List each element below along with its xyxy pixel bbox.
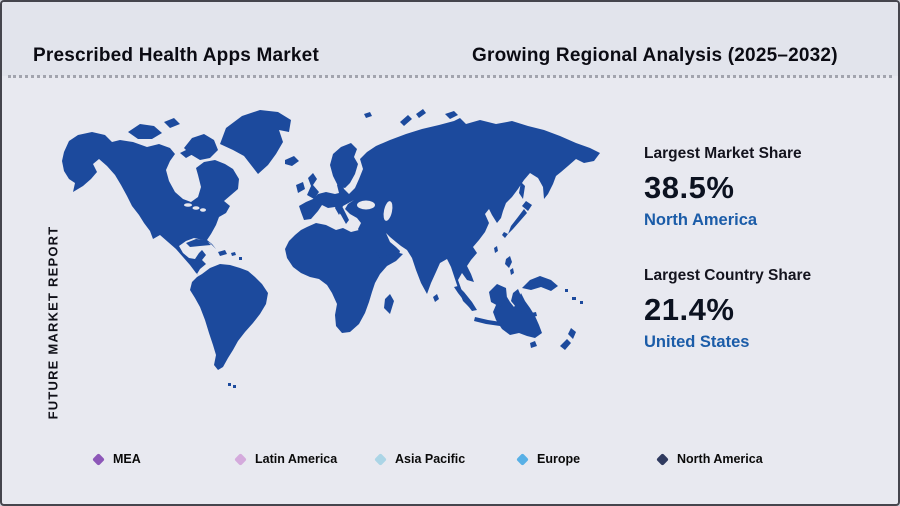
page-title-right: Growing Regional Analysis (2025–2032) — [472, 45, 838, 66]
legend: MEA Latin America Asia Pacific Europe No… — [2, 451, 898, 469]
dotted-divider — [8, 75, 892, 78]
stat-label: Largest Country Share — [644, 267, 812, 284]
legend-item-latin-america: Latin America — [234, 451, 338, 467]
diamond-marker-icon — [656, 452, 669, 466]
legend-item-europe: Europe — [516, 451, 581, 467]
legend-label: North America — [677, 452, 763, 466]
diamond-marker-icon — [92, 452, 105, 466]
world-map — [62, 109, 600, 388]
black-sea — [357, 200, 375, 210]
landmasses — [62, 109, 600, 388]
header: Prescribed Health Apps Market Growing Re… — [2, 2, 898, 76]
diamond-marker-icon — [374, 452, 387, 466]
great-lake — [192, 206, 200, 210]
legend-item-asia-pacific: Asia Pacific — [374, 451, 466, 467]
landmass-south-america — [190, 264, 268, 370]
great-lake — [200, 208, 206, 212]
infographic-frame: Prescribed Health Apps Market Growing Re… — [0, 0, 900, 506]
stat-value: 38.5% — [644, 169, 735, 205]
stat-block-country-share: Largest Country Share 21.4% United State… — [644, 267, 884, 352]
stat-region: United States — [644, 332, 750, 351]
legend-item-mea: MEA — [92, 451, 141, 467]
landmass-greenland — [220, 110, 291, 174]
stat-label: Largest Market Share — [644, 145, 802, 162]
watermark-vertical-text: FUTURE MARKET REPORT — [45, 225, 61, 420]
legend-item-north-america: North America — [656, 451, 763, 467]
stat-region: North America — [644, 210, 758, 229]
landmass-scandinavia — [330, 143, 358, 188]
legend-label: Latin America — [255, 452, 338, 466]
legend-label: Asia Pacific — [395, 452, 466, 466]
legend-label: MEA — [113, 452, 141, 466]
diamond-marker-icon — [234, 452, 247, 466]
legend-label: Europe — [537, 452, 581, 466]
page-title-left: Prescribed Health Apps Market — [33, 45, 319, 66]
diamond-marker-icon — [516, 452, 529, 466]
stat-block-market-share: Largest Market Share 38.5% North America — [644, 145, 884, 230]
stat-value: 21.4% — [644, 291, 735, 327]
great-lake — [184, 203, 192, 207]
